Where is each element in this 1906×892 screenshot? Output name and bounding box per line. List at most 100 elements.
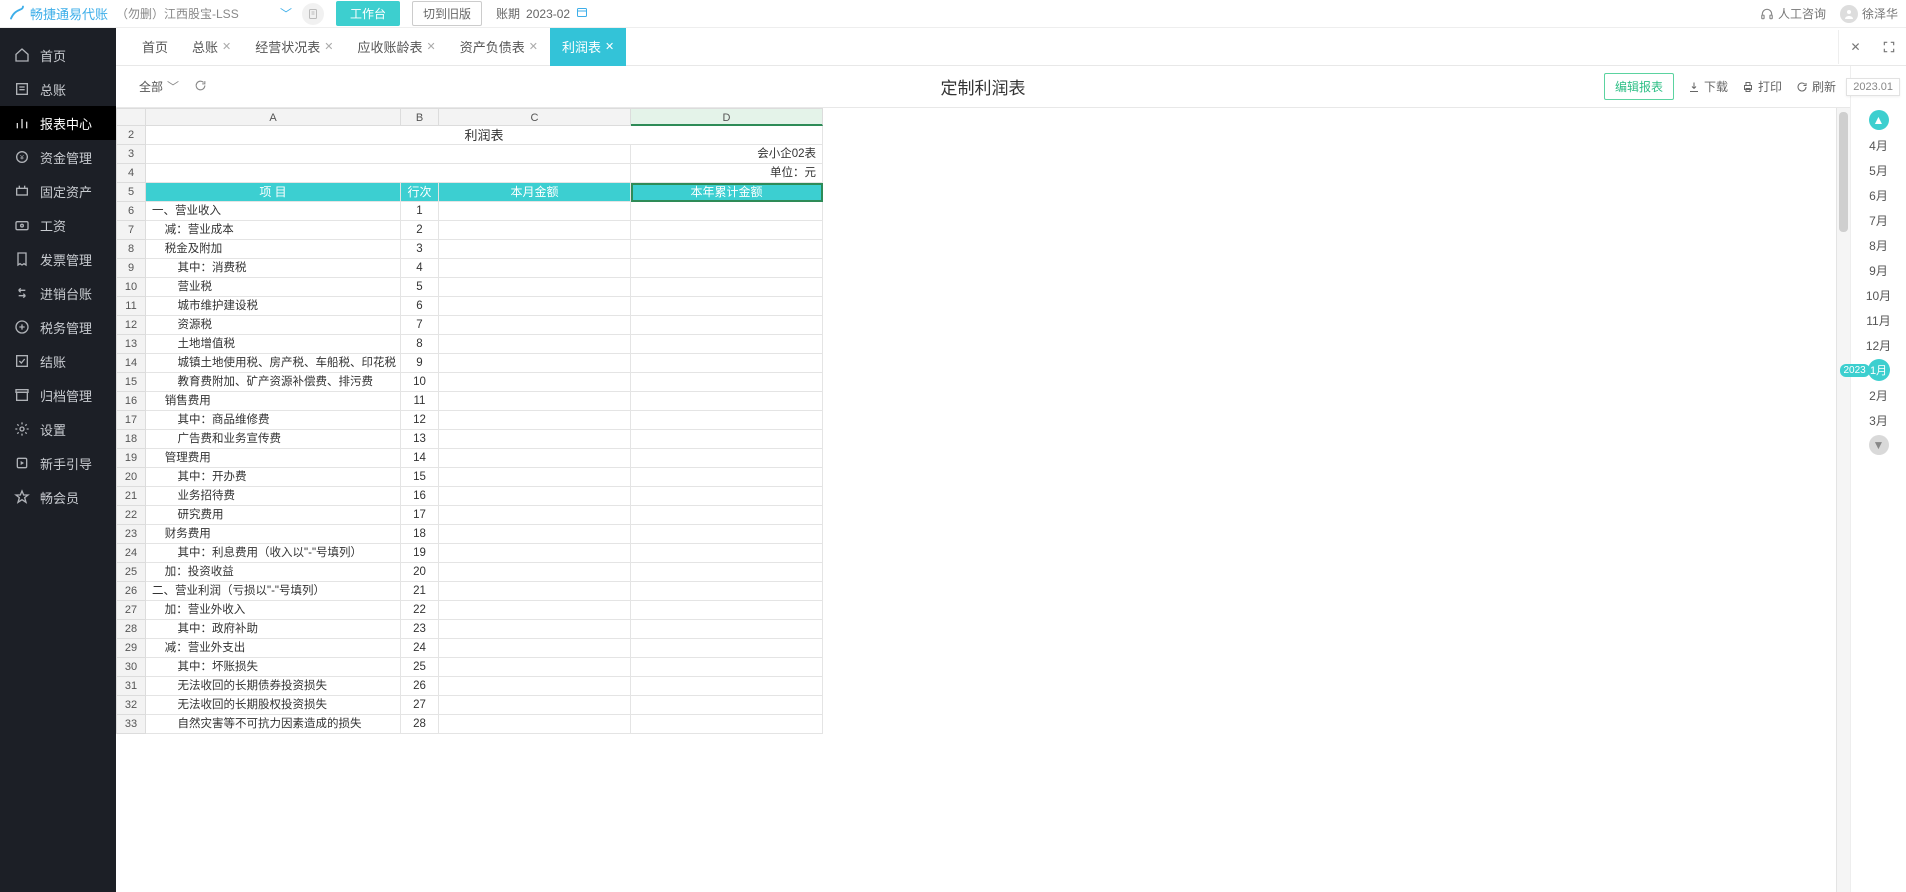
cell[interactable] bbox=[631, 335, 823, 354]
cell[interactable]: 13 bbox=[401, 430, 439, 449]
sidebar-item-close[interactable]: 结账 bbox=[0, 344, 116, 378]
cell[interactable] bbox=[439, 487, 631, 506]
cell[interactable] bbox=[631, 696, 823, 715]
close-icon[interactable]: ✕ bbox=[222, 40, 231, 53]
cell[interactable] bbox=[631, 392, 823, 411]
rail-month[interactable]: 8月 bbox=[1869, 235, 1888, 255]
row-number[interactable]: 27 bbox=[116, 601, 146, 620]
cell[interactable] bbox=[439, 582, 631, 601]
row-number[interactable]: 25 bbox=[116, 563, 146, 582]
rail-month-current[interactable]: 20231月 bbox=[1868, 360, 1890, 380]
cell[interactable] bbox=[439, 677, 631, 696]
accounting-period[interactable]: 账期 2023-02 bbox=[496, 5, 588, 22]
cell[interactable] bbox=[631, 202, 823, 221]
cell[interactable]: 10 bbox=[401, 373, 439, 392]
cell[interactable]: 1 bbox=[401, 202, 439, 221]
workbench-button[interactable]: 工作台 bbox=[336, 1, 400, 26]
cell[interactable]: 管理费用 bbox=[146, 449, 401, 468]
rail-month[interactable]: 10月 bbox=[1866, 285, 1891, 305]
cell[interactable] bbox=[631, 639, 823, 658]
cell[interactable] bbox=[439, 240, 631, 259]
cell[interactable]: 19 bbox=[401, 544, 439, 563]
cell[interactable] bbox=[631, 620, 823, 639]
cell[interactable] bbox=[439, 525, 631, 544]
meta-cell[interactable]: 会小企02表 bbox=[631, 145, 823, 164]
cell[interactable]: 26 bbox=[401, 677, 439, 696]
cell[interactable]: 无法收回的长期债券投资损失 bbox=[146, 677, 401, 696]
rail-month[interactable]: 2月 bbox=[1869, 385, 1888, 405]
row-number[interactable]: 18 bbox=[116, 430, 146, 449]
row-number[interactable]: 9 bbox=[116, 259, 146, 278]
cell[interactable] bbox=[631, 563, 823, 582]
cell[interactable]: 其中：消费税 bbox=[146, 259, 401, 278]
cell[interactable]: 3 bbox=[401, 240, 439, 259]
sidebar-item-vip[interactable]: 畅会员 bbox=[0, 480, 116, 514]
rail-month[interactable]: 6月 bbox=[1869, 185, 1888, 205]
cell[interactable]: 其中：开办费 bbox=[146, 468, 401, 487]
cell[interactable] bbox=[631, 544, 823, 563]
column-header-C[interactable]: C bbox=[439, 108, 631, 126]
cell[interactable]: 城市维护建设税 bbox=[146, 297, 401, 316]
cell[interactable]: 4 bbox=[401, 259, 439, 278]
cell[interactable] bbox=[631, 240, 823, 259]
cell[interactable] bbox=[631, 316, 823, 335]
cell[interactable]: 无法收回的长期股权投资损失 bbox=[146, 696, 401, 715]
row-number[interactable]: 6 bbox=[116, 202, 146, 221]
row-number[interactable]: 31 bbox=[116, 677, 146, 696]
cell[interactable] bbox=[146, 164, 631, 183]
close-icon[interactable]: ✕ bbox=[605, 40, 614, 53]
rail-month[interactable]: 11月 bbox=[1866, 310, 1890, 330]
meta-cell[interactable]: 单位：元 bbox=[631, 164, 823, 183]
cell[interactable]: 其中：商品维修费 bbox=[146, 411, 401, 430]
cell[interactable]: 减：营业外支出 bbox=[146, 639, 401, 658]
cell[interactable]: 资源税 bbox=[146, 316, 401, 335]
row-number[interactable]: 8 bbox=[116, 240, 146, 259]
cell[interactable]: 2 bbox=[401, 221, 439, 240]
tab-经营状况表[interactable]: 经营状况表✕ bbox=[243, 28, 345, 66]
cell[interactable]: 一、营业收入 bbox=[146, 202, 401, 221]
spreadsheet[interactable]: 2345678910111213141516171819202122232425… bbox=[116, 108, 1850, 892]
cell[interactable]: 12 bbox=[401, 411, 439, 430]
cell[interactable]: 其中：利息费用（收入以"-"号填列） bbox=[146, 544, 401, 563]
sidebar-item-tax[interactable]: 税务管理 bbox=[0, 310, 116, 344]
download-button[interactable]: 下载 bbox=[1688, 78, 1728, 95]
cell[interactable]: 营业税 bbox=[146, 278, 401, 297]
cell[interactable] bbox=[439, 259, 631, 278]
cell[interactable]: 16 bbox=[401, 487, 439, 506]
sidebar-item-ledger[interactable]: 总账 bbox=[0, 72, 116, 106]
cell[interactable] bbox=[439, 335, 631, 354]
rail-month[interactable]: 9月 bbox=[1869, 260, 1888, 280]
cell[interactable] bbox=[631, 430, 823, 449]
cell[interactable]: 15 bbox=[401, 468, 439, 487]
row-number[interactable]: 14 bbox=[116, 354, 146, 373]
cell[interactable] bbox=[631, 525, 823, 544]
cell[interactable] bbox=[439, 202, 631, 221]
cell[interactable]: 教育费附加、矿产资源补偿费、排污费 bbox=[146, 373, 401, 392]
cell[interactable]: 5 bbox=[401, 278, 439, 297]
cell[interactable] bbox=[146, 145, 631, 164]
cell[interactable]: 17 bbox=[401, 506, 439, 525]
cell[interactable]: 加：投资收益 bbox=[146, 563, 401, 582]
cell[interactable]: 21 bbox=[401, 582, 439, 601]
rail-month[interactable]: 4月 bbox=[1869, 135, 1888, 155]
company-selector[interactable]: （勿删） 江西股宝-LSS ﹀ bbox=[116, 5, 296, 22]
cell[interactable] bbox=[631, 468, 823, 487]
tab-应收账龄表[interactable]: 应收账龄表✕ bbox=[345, 28, 447, 66]
cell[interactable] bbox=[631, 297, 823, 316]
row-number[interactable]: 11 bbox=[116, 297, 146, 316]
scrollbar-thumb[interactable] bbox=[1839, 112, 1848, 232]
row-number[interactable]: 13 bbox=[116, 335, 146, 354]
cell[interactable] bbox=[631, 582, 823, 601]
sidebar-item-home[interactable]: 首页 bbox=[0, 38, 116, 72]
cell[interactable] bbox=[631, 449, 823, 468]
cell[interactable]: 销售费用 bbox=[146, 392, 401, 411]
close-all-tabs-button[interactable]: ✕ bbox=[1838, 30, 1872, 64]
sidebar-item-guide[interactable]: 新手引导 bbox=[0, 446, 116, 480]
rail-month[interactable]: 3月 bbox=[1869, 410, 1888, 430]
row-number[interactable]: 28 bbox=[116, 620, 146, 639]
tab-资产负债表[interactable]: 资产负债表✕ bbox=[448, 28, 550, 66]
cell[interactable]: 6 bbox=[401, 297, 439, 316]
cell[interactable] bbox=[439, 278, 631, 297]
rail-down-button[interactable]: ▼ bbox=[1869, 435, 1889, 455]
cell[interactable]: 24 bbox=[401, 639, 439, 658]
